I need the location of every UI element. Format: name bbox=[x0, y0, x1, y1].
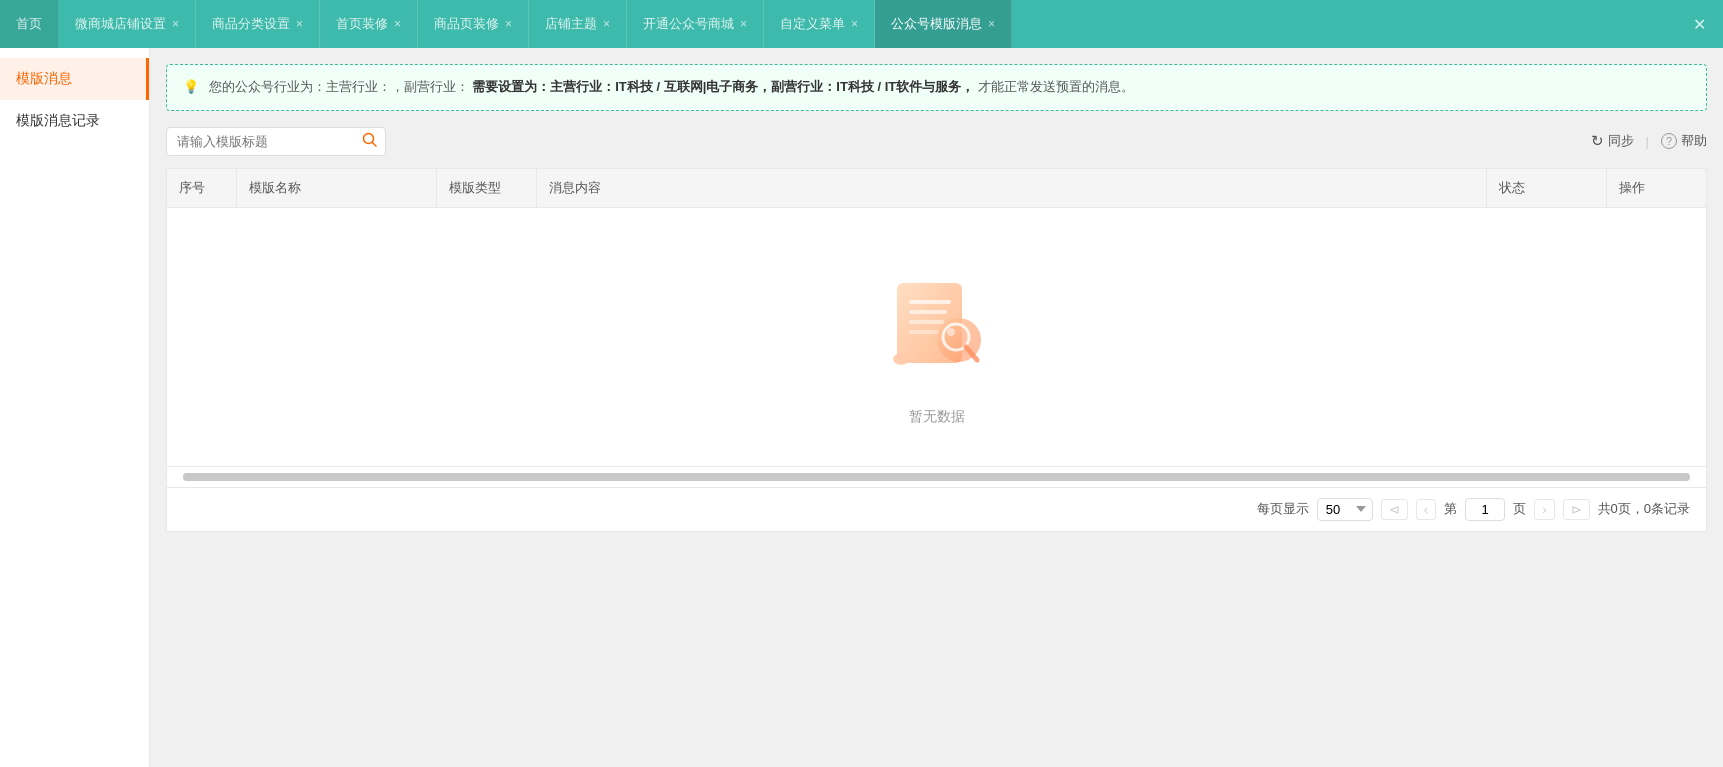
search-right: ↻ 同步 | ? 帮助 bbox=[1591, 132, 1707, 150]
horizontal-scrollbar[interactable] bbox=[183, 473, 1690, 481]
nav-tab-home-decoration-label: 首页装修 bbox=[336, 15, 388, 33]
close-open-mall-icon[interactable]: × bbox=[740, 18, 747, 30]
sync-icon: ↻ bbox=[1591, 132, 1604, 150]
sync-button[interactable]: ↻ 同步 bbox=[1591, 132, 1634, 150]
next-page-icon: › bbox=[1542, 502, 1546, 517]
table-header-row: 序号 模版名称 模版类型 消息内容 状态 操作 bbox=[167, 168, 1707, 207]
close-category-icon[interactable]: × bbox=[296, 18, 303, 30]
next-page-button[interactable]: › bbox=[1534, 499, 1554, 520]
notice-text-prefix: 您的公众号行业为：主营行业：，副营行业： bbox=[209, 79, 469, 94]
pagination: 每页显示 10 20 50 100 ⊲ ‹ 第 页 › ⊳ 共0页，0条记录 bbox=[166, 488, 1707, 532]
close-store-theme-icon[interactable]: × bbox=[603, 18, 610, 30]
search-icon bbox=[362, 132, 378, 151]
page-size-label: 每页显示 bbox=[1257, 500, 1309, 518]
page-size-select[interactable]: 10 20 50 100 bbox=[1317, 498, 1373, 521]
prev-page-icon: ‹ bbox=[1424, 502, 1428, 517]
search-left bbox=[166, 127, 386, 156]
first-page-icon: ⊲ bbox=[1389, 502, 1400, 517]
total-label: 共0页，0条记录 bbox=[1598, 500, 1690, 518]
divider: | bbox=[1646, 134, 1649, 149]
close-custom-menu-icon[interactable]: × bbox=[851, 18, 858, 30]
notice-box: 💡 您的公众号行业为：主营行业：，副营行业： 需要设置为：主营行业：IT科技 /… bbox=[166, 64, 1707, 111]
scrollbar-thumb bbox=[183, 473, 1690, 481]
help-label: 帮助 bbox=[1681, 132, 1707, 150]
close-shop-settings-icon[interactable]: × bbox=[172, 18, 179, 30]
nav-tab-home-label: 首页 bbox=[16, 15, 42, 33]
table-scrollbar bbox=[166, 467, 1707, 488]
page-label-di: 第 bbox=[1444, 500, 1457, 518]
sync-label: 同步 bbox=[1608, 132, 1634, 150]
nav-tab-shop-settings[interactable]: 微商城店铺设置 × bbox=[59, 0, 196, 48]
help-circle-icon: ? bbox=[1661, 133, 1677, 149]
content-area: 💡 您的公众号行业为：主营行业：，副营行业： 需要设置为：主营行业：IT科技 /… bbox=[150, 48, 1723, 767]
sidebar-item-template-message-log[interactable]: 模版消息记录 bbox=[0, 100, 149, 142]
notice-text-suffix: 才能正常发送预置的消息。 bbox=[978, 79, 1134, 94]
nav-tab-open-mall[interactable]: 开通公众号商城 × bbox=[627, 0, 764, 48]
page-label: 页 bbox=[1513, 500, 1526, 518]
svg-rect-7 bbox=[909, 330, 939, 334]
nav-tab-custom-menu[interactable]: 自定义菜单 × bbox=[764, 0, 875, 48]
nav-tab-shop-settings-label: 微商城店铺设置 bbox=[75, 15, 166, 33]
svg-line-1 bbox=[373, 142, 377, 146]
svg-point-3 bbox=[893, 353, 909, 365]
first-page-button[interactable]: ⊲ bbox=[1381, 499, 1408, 520]
empty-illustration bbox=[877, 268, 997, 388]
th-content: 消息内容 bbox=[537, 168, 1487, 207]
close-home-decoration-icon[interactable]: × bbox=[394, 18, 401, 30]
nav-tab-home-decoration[interactable]: 首页装修 × bbox=[320, 0, 418, 48]
close-all-icon: ✕ bbox=[1693, 15, 1706, 34]
notice-highlight-text: 需要设置为：主营行业：IT科技 / 互联网|电子商务，副营行业：IT科技 / I… bbox=[472, 79, 974, 94]
nav-tab-product-decoration-label: 商品页装修 bbox=[434, 15, 499, 33]
last-page-button[interactable]: ⊳ bbox=[1563, 499, 1590, 520]
help-button[interactable]: ? 帮助 bbox=[1661, 132, 1707, 150]
empty-text: 暂无数据 bbox=[909, 408, 965, 426]
sidebar: 模版消息 模版消息记录 bbox=[0, 48, 150, 767]
nav-tab-store-theme[interactable]: 店铺主题 × bbox=[529, 0, 627, 48]
data-table: 序号 模版名称 模版类型 消息内容 状态 操作 bbox=[166, 168, 1707, 467]
search-bar: ↻ 同步 | ? 帮助 bbox=[166, 127, 1707, 156]
empty-state: 暂无数据 bbox=[167, 208, 1706, 466]
close-product-decoration-icon[interactable]: × bbox=[505, 18, 512, 30]
main-layout: 模版消息 模版消息记录 💡 您的公众号行业为：主营行业：，副营行业： 需要设置为… bbox=[0, 48, 1723, 767]
empty-state-row: 暂无数据 bbox=[167, 207, 1707, 466]
nav-tab-category-label: 商品分类设置 bbox=[212, 15, 290, 33]
th-type: 模版类型 bbox=[437, 168, 537, 207]
th-index: 序号 bbox=[167, 168, 237, 207]
search-input[interactable] bbox=[166, 127, 386, 156]
search-button[interactable] bbox=[362, 132, 378, 151]
nav-tab-template-message[interactable]: 公众号模版消息 × bbox=[875, 0, 1012, 48]
nav-tab-store-theme-label: 店铺主题 bbox=[545, 15, 597, 33]
nav-tab-custom-menu-label: 自定义菜单 bbox=[780, 15, 845, 33]
sidebar-item-template-message-label: 模版消息 bbox=[16, 70, 72, 86]
th-name: 模版名称 bbox=[237, 168, 437, 207]
svg-point-11 bbox=[947, 328, 955, 336]
sidebar-item-template-message-log-label: 模版消息记录 bbox=[16, 112, 100, 128]
top-nav: 首页 微商城店铺设置 × 商品分类设置 × 首页装修 × 商品页装修 × 店铺主… bbox=[0, 0, 1723, 48]
nav-tab-product-decoration[interactable]: 商品页装修 × bbox=[418, 0, 529, 48]
page-number-input[interactable] bbox=[1465, 498, 1505, 521]
close-all-button[interactable]: ✕ bbox=[1675, 0, 1723, 48]
th-status: 状态 bbox=[1487, 168, 1607, 207]
svg-rect-5 bbox=[909, 310, 947, 314]
svg-rect-4 bbox=[909, 300, 951, 304]
nav-tab-template-message-label: 公众号模版消息 bbox=[891, 15, 982, 33]
last-page-icon: ⊳ bbox=[1571, 502, 1582, 517]
prev-page-button[interactable]: ‹ bbox=[1416, 499, 1436, 520]
close-template-message-icon[interactable]: × bbox=[988, 18, 995, 30]
nav-tab-open-mall-label: 开通公众号商城 bbox=[643, 15, 734, 33]
nav-tab-category-settings[interactable]: 商品分类设置 × bbox=[196, 0, 320, 48]
nav-tab-home[interactable]: 首页 bbox=[0, 0, 59, 48]
sidebar-item-template-message[interactable]: 模版消息 bbox=[0, 58, 149, 100]
th-action: 操作 bbox=[1607, 168, 1707, 207]
search-input-wrap bbox=[166, 127, 386, 156]
svg-rect-6 bbox=[909, 320, 944, 324]
notice-icon: 💡 bbox=[183, 79, 199, 94]
